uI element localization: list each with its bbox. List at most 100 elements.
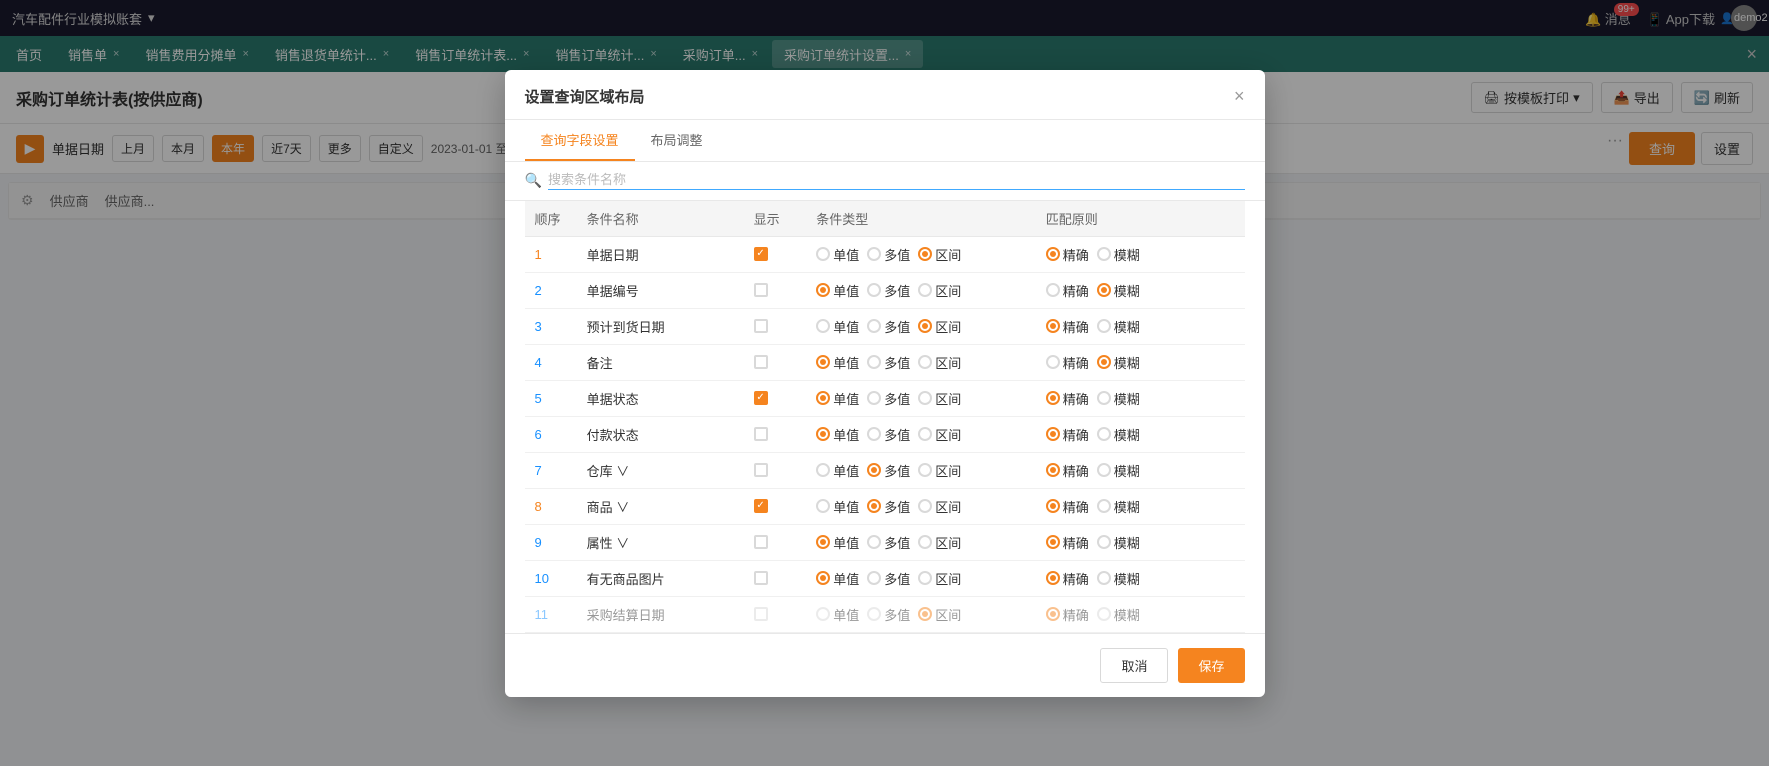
type-radio-range[interactable]: 区间: [918, 317, 961, 336]
modal-header: 设置查询区域布局 ×: [505, 70, 1265, 120]
match-radio-fuzzy[interactable]: 模糊: [1097, 317, 1140, 336]
row-condition-name: 单据编号: [577, 272, 744, 308]
match-radio-exact[interactable]: 精确: [1046, 317, 1089, 336]
type-radio-multi[interactable]: 多值: [867, 281, 910, 300]
match-radio-fuzzy[interactable]: 模糊: [1097, 425, 1140, 444]
row-display-checkbox[interactable]: [744, 596, 807, 632]
display-checkbox[interactable]: [754, 607, 768, 621]
match-radio-fuzzy[interactable]: 模糊: [1097, 497, 1140, 516]
type-radio-single[interactable]: 单值: [816, 569, 859, 588]
row-display-checkbox[interactable]: [744, 524, 807, 560]
type-radio-single[interactable]: 单值: [816, 389, 859, 408]
match-radio-fuzzy[interactable]: 模糊: [1097, 281, 1140, 300]
type-radio-single[interactable]: 单值: [816, 281, 859, 300]
row-match-radios: 精确模糊: [1036, 272, 1245, 308]
type-radio-multi[interactable]: 多值: [867, 461, 910, 480]
row-display-checkbox[interactable]: [744, 452, 807, 488]
display-checkbox[interactable]: [754, 247, 768, 261]
table-row: 8商品 ∨单值多值区间精确模糊: [525, 488, 1245, 524]
type-radio-single[interactable]: 单值: [816, 533, 859, 552]
type-radio-multi[interactable]: 多值: [867, 389, 910, 408]
tab-layout-adjust[interactable]: 布局调整: [635, 120, 719, 161]
row-match-radios: 精确模糊: [1036, 380, 1245, 416]
type-radio-range[interactable]: 区间: [918, 389, 961, 408]
display-checkbox[interactable]: [754, 355, 768, 369]
match-radio-exact[interactable]: 精确: [1046, 281, 1089, 300]
match-radio-exact[interactable]: 精确: [1046, 497, 1089, 516]
match-radio-exact[interactable]: 精确: [1046, 569, 1089, 588]
type-radio-range[interactable]: 区间: [918, 245, 961, 264]
row-condition-name: 付款状态: [577, 416, 744, 452]
row-display-checkbox[interactable]: [744, 416, 807, 452]
table-body: 1单据日期单值多值区间精确模糊2单据编号单值多值区间精确模糊3预计到货日期单值多…: [525, 236, 1245, 632]
display-checkbox[interactable]: [754, 427, 768, 441]
match-radio-exact[interactable]: 精确: [1046, 533, 1089, 552]
type-radio-multi[interactable]: 多值: [867, 533, 910, 552]
row-match-radios: 精确模糊: [1036, 452, 1245, 488]
type-radio-single[interactable]: 单值: [816, 245, 859, 264]
type-radio-multi[interactable]: 多值: [867, 317, 910, 336]
row-display-checkbox[interactable]: [744, 560, 807, 596]
match-radio-fuzzy[interactable]: 模糊: [1097, 533, 1140, 552]
cancel-btn[interactable]: 取消: [1100, 648, 1168, 683]
display-checkbox[interactable]: [754, 319, 768, 333]
display-checkbox[interactable]: [754, 535, 768, 549]
save-btn[interactable]: 保存: [1178, 648, 1244, 683]
type-radio-single[interactable]: 单值: [816, 317, 859, 336]
type-radio-range[interactable]: 区间: [918, 281, 961, 300]
type-radio-multi[interactable]: 多值: [867, 245, 910, 264]
row-display-checkbox[interactable]: [744, 308, 807, 344]
type-radio-multi[interactable]: 多值: [867, 425, 910, 444]
type-radio-single[interactable]: 单值: [816, 425, 859, 444]
type-radio-range[interactable]: 区间: [918, 461, 961, 480]
row-display-checkbox[interactable]: [744, 236, 807, 272]
type-radio-single[interactable]: 单值: [816, 353, 859, 372]
type-radio-single[interactable]: 单值: [816, 605, 859, 624]
match-radio-fuzzy[interactable]: 模糊: [1097, 461, 1140, 480]
display-checkbox[interactable]: [754, 283, 768, 297]
type-radio-multi[interactable]: 多值: [867, 353, 910, 372]
type-radio-single[interactable]: 单值: [816, 461, 859, 480]
match-radio-exact[interactable]: 精确: [1046, 245, 1089, 264]
row-order: 10: [525, 560, 577, 596]
match-radio-fuzzy[interactable]: 模糊: [1097, 605, 1140, 624]
modal-close-btn[interactable]: ×: [1234, 87, 1245, 105]
type-radio-multi[interactable]: 多值: [867, 497, 910, 516]
table-row: 1单据日期单值多值区间精确模糊: [525, 236, 1245, 272]
row-display-checkbox[interactable]: [744, 380, 807, 416]
match-radio-exact[interactable]: 精确: [1046, 353, 1089, 372]
display-checkbox[interactable]: [754, 463, 768, 477]
search-condition-input[interactable]: [548, 172, 1245, 187]
row-order: 3: [525, 308, 577, 344]
match-radio-fuzzy[interactable]: 模糊: [1097, 245, 1140, 264]
match-radio-exact[interactable]: 精确: [1046, 389, 1089, 408]
type-radio-multi[interactable]: 多值: [867, 569, 910, 588]
match-radio-fuzzy[interactable]: 模糊: [1097, 353, 1140, 372]
tab-query-fields[interactable]: 查询字段设置: [525, 120, 635, 161]
table-row: 4备注单值多值区间精确模糊: [525, 344, 1245, 380]
match-radio-fuzzy[interactable]: 模糊: [1097, 389, 1140, 408]
modal-search-area: 🔍: [505, 162, 1265, 201]
type-radio-range[interactable]: 区间: [918, 425, 961, 444]
type-radio-range[interactable]: 区间: [918, 497, 961, 516]
type-radio-multi[interactable]: 多值: [867, 605, 910, 624]
match-radio-fuzzy[interactable]: 模糊: [1097, 569, 1140, 588]
type-radio-single[interactable]: 单值: [816, 497, 859, 516]
row-order: 5: [525, 380, 577, 416]
match-radio-exact[interactable]: 精确: [1046, 425, 1089, 444]
type-radio-range[interactable]: 区间: [918, 533, 961, 552]
match-radio-exact[interactable]: 精确: [1046, 461, 1089, 480]
type-radio-range[interactable]: 区间: [918, 605, 961, 624]
match-radio-exact[interactable]: 精确: [1046, 605, 1089, 624]
row-display-checkbox[interactable]: [744, 344, 807, 380]
type-radio-range[interactable]: 区间: [918, 353, 961, 372]
display-checkbox[interactable]: [754, 571, 768, 585]
type-radio-range[interactable]: 区间: [918, 569, 961, 588]
display-checkbox[interactable]: [754, 391, 768, 405]
row-order: 7: [525, 452, 577, 488]
row-display-checkbox[interactable]: [744, 488, 807, 524]
row-order: 9: [525, 524, 577, 560]
row-display-checkbox[interactable]: [744, 272, 807, 308]
display-checkbox[interactable]: [754, 499, 768, 513]
row-condition-name: 备注: [577, 344, 744, 380]
